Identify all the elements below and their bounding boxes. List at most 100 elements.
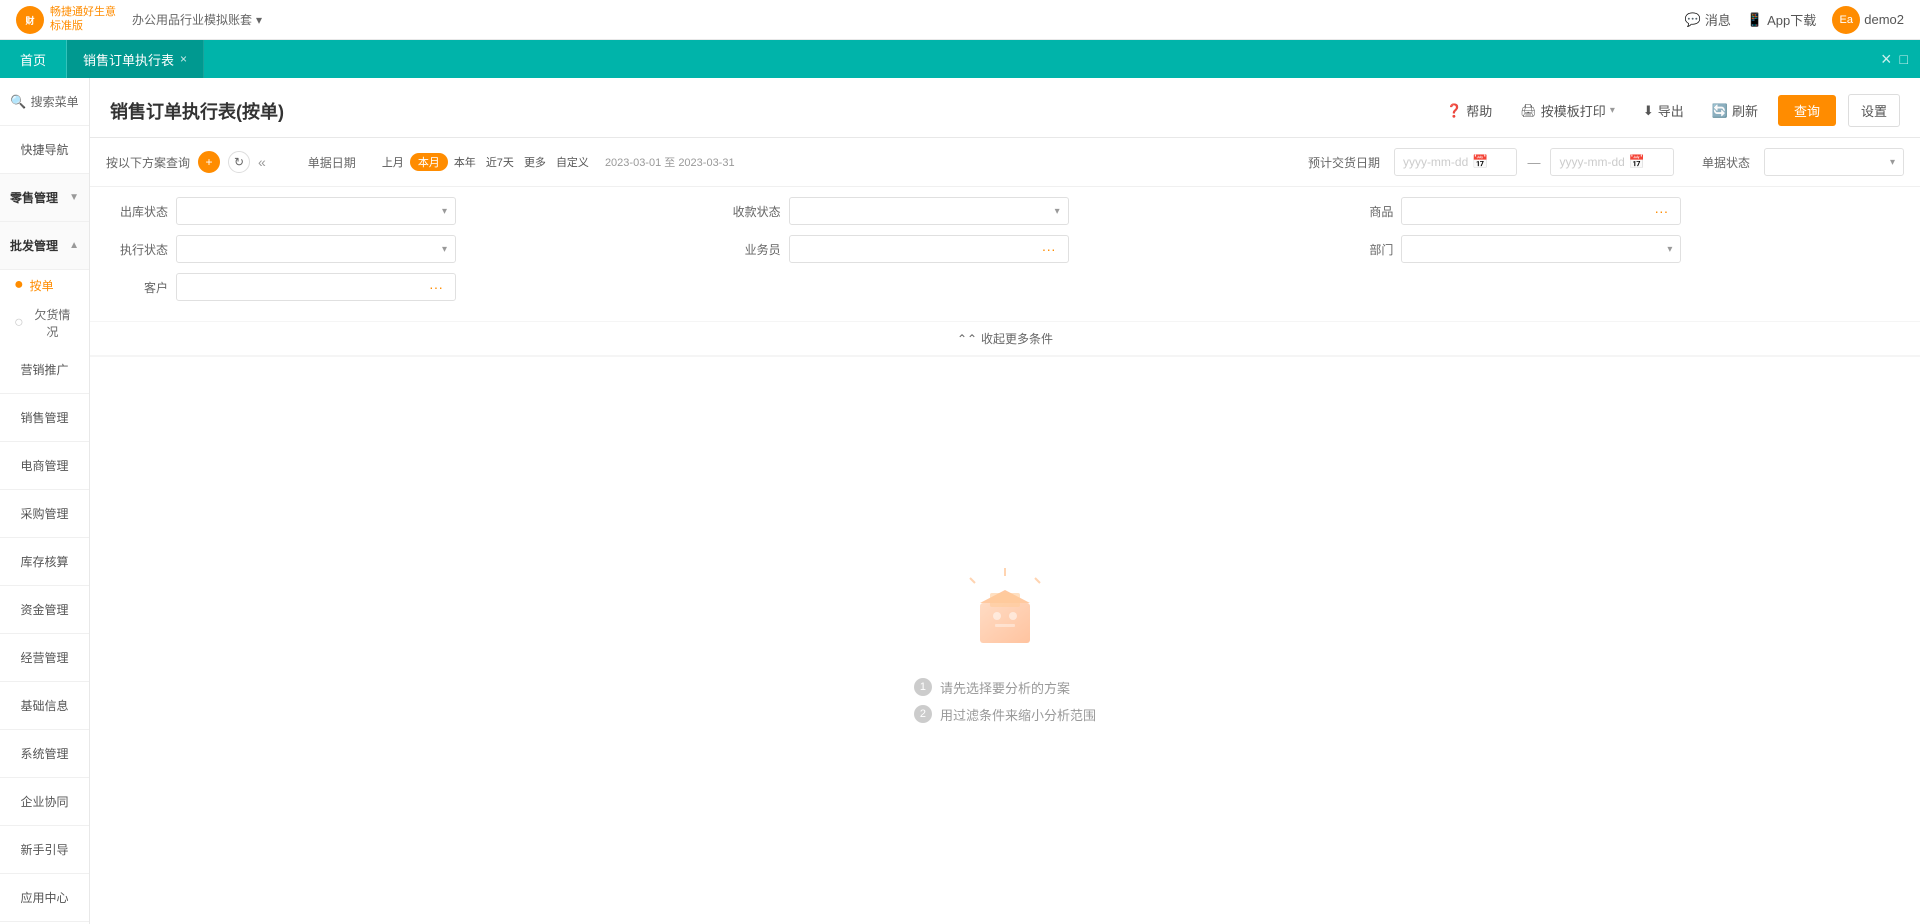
empty-tips: 1 请先选择要分析的方案 2 用过滤条件来缩小分析范围 (914, 678, 1096, 724)
search-icon: 🔍 (10, 94, 26, 110)
circle-icon: ○ (14, 314, 24, 332)
calendar-icon-2: 📅 (1629, 154, 1645, 170)
sidebar-item-marketing[interactable]: 营销推广 (0, 346, 89, 394)
date-range-text: 2023-03-01 至 2023-03-31 (605, 154, 735, 170)
sidebar-search[interactable]: 🔍 搜索菜单 (0, 78, 89, 126)
sidebar-sub-item-欠货情况[interactable]: ○ 欠货情况 (0, 300, 89, 346)
app-download-btn[interactable]: 📱 App下载 (1747, 10, 1816, 29)
product-input[interactable]: ··· (1401, 197, 1681, 225)
date-this-month[interactable]: 本月 (410, 153, 448, 171)
filter-panel: 按以下方案查询 + ↻ « 单据日期 上月 本月 本年 近7天 更多 自定义 2… (90, 138, 1920, 355)
receipt-status-group: 收款状态 ▾ (719, 197, 1292, 225)
sidebar-item-inventory[interactable]: 库存核算 (0, 538, 89, 586)
expected-date-from[interactable]: yyyy-mm-dd 📅 (1394, 148, 1518, 176)
export-btn[interactable]: ⬇ 导出 (1635, 97, 1692, 124)
settings-btn[interactable]: 设置 (1848, 94, 1900, 127)
query-btn[interactable]: 查询 (1778, 95, 1836, 126)
scheme-label: 按以下方案查询 (106, 154, 190, 171)
svg-text:财: 财 (24, 15, 34, 26)
refresh-scheme-btn[interactable]: ↻ (228, 151, 250, 173)
header-right: 💬 消息 📱 App下载 Ea demo2 (1685, 6, 1904, 34)
window-close-btn[interactable]: × (1881, 49, 1892, 70)
calendar-icon-1: 📅 (1472, 154, 1488, 170)
execution-status-arrow: ▾ (442, 244, 447, 255)
order-status-label: 单据状态 (1698, 154, 1758, 171)
date-more[interactable]: 更多 (520, 152, 550, 172)
logo-icon: 财 (16, 6, 44, 34)
message-icon: 💬 (1685, 12, 1701, 28)
refresh-btn[interactable]: 🔄 刷新 (1704, 97, 1766, 124)
sidebar-item-basic-info[interactable]: 基础信息 (0, 682, 89, 730)
chevron-up-icon: ▲ (69, 240, 79, 251)
sidebar-quick-nav[interactable]: 快捷导航 (0, 126, 89, 174)
tab-bar: 首页 销售订单执行表 × × □ (0, 40, 1920, 78)
filter-row-1: 出库状态 ▾ 收款状态 ▾ (106, 197, 1904, 225)
sidebar-item-enterprise[interactable]: 企业协同 (0, 778, 89, 826)
sidebar-item-guide[interactable]: 新手引导 (0, 826, 89, 874)
salesperson-more-icon[interactable]: ··· (1038, 241, 1060, 257)
collapse-sidebar-btn[interactable]: « (258, 154, 266, 170)
department-group: 部门 ▾ (1331, 235, 1904, 263)
tab-bar-actions: × □ (1881, 49, 1920, 70)
warehouse-status-select[interactable]: ▾ (176, 197, 456, 225)
execution-status-select[interactable]: ▾ (176, 235, 456, 263)
sidebar-item-app-center[interactable]: 应用中心 (0, 874, 89, 922)
date-custom[interactable]: 自定义 (552, 152, 593, 172)
sidebar-item-sales[interactable]: 销售管理 (0, 394, 89, 442)
date-7days[interactable]: 近7天 (482, 152, 518, 172)
window-maximize-btn[interactable]: □ (1900, 51, 1908, 67)
export-icon: ⬇ (1643, 103, 1654, 119)
sidebar-item-ecommerce[interactable]: 电商管理 (0, 442, 89, 490)
date-dash: — (1523, 155, 1544, 170)
sidebar-item-system[interactable]: 系统管理 (0, 730, 89, 778)
collapse-more-btn[interactable]: ⌃⌃ 收起更多条件 (90, 321, 1920, 355)
customer-more-icon[interactable]: ··· (425, 279, 447, 295)
order-status-arrow: ▾ (1890, 157, 1895, 168)
department-select[interactable]: ▾ (1401, 235, 1681, 263)
salesperson-group: 业务员 ··· (719, 235, 1292, 263)
receipt-status-select[interactable]: ▾ (789, 197, 1069, 225)
filter-row-2: 执行状态 ▾ 业务员 ··· (106, 235, 1904, 263)
tab-home[interactable]: 首页 (0, 40, 67, 78)
tip-num-2: 2 (914, 705, 932, 723)
logo-area: 财 畅捷通好生意 标准版 (16, 6, 116, 34)
date-this-year[interactable]: 本年 (450, 152, 480, 172)
date-last-month[interactable]: 上月 (378, 152, 408, 172)
tab-active[interactable]: 销售订单执行表 × (67, 40, 204, 78)
sidebar-item-retail[interactable]: 零售管理 ▼ (0, 174, 89, 222)
empty-state: 1 请先选择要分析的方案 2 用过滤条件来缩小分析范围 (90, 357, 1920, 924)
order-status-select[interactable]: ▾ (1764, 148, 1904, 176)
print-btn[interactable]: 🖨 按模板打印 ▾ (1512, 97, 1623, 124)
sidebar-item-purchase[interactable]: 采购管理 (0, 490, 89, 538)
add-scheme-btn[interactable]: + (198, 151, 220, 173)
tab-close-icon[interactable]: × (180, 52, 187, 66)
page-actions: ❓ 帮助 🖨 按模板打印 ▾ ⬇ 导出 🔄 刷新 查询 设置 (1438, 94, 1900, 127)
warehouse-status-arrow: ▾ (442, 206, 447, 217)
user-menu[interactable]: Ea demo2 (1832, 6, 1904, 34)
orange-circle-icon: ● (14, 276, 24, 294)
customer-group: 客户 ··· (106, 273, 1904, 301)
sidebar-item-finance[interactable]: 资金管理 (0, 586, 89, 634)
product-more-icon[interactable]: ··· (1650, 203, 1672, 219)
avatar: Ea (1832, 6, 1860, 34)
sidebar-sub-item-按单[interactable]: ● 按单 (0, 270, 89, 300)
app-download-icon: 📱 (1747, 12, 1763, 28)
expected-date-label: 预计交货日期 (1308, 154, 1388, 171)
date-label: 单据日期 (294, 154, 364, 171)
sidebar-item-wholesale[interactable]: 批发管理 ▲ (0, 222, 89, 270)
product-group: 商品 ··· (1331, 197, 1904, 225)
salesperson-input[interactable]: ··· (789, 235, 1069, 263)
help-btn[interactable]: ❓ 帮助 (1438, 97, 1500, 124)
message-btn[interactable]: 💬 消息 (1685, 10, 1731, 29)
chevron-down-icon: ▼ (69, 192, 79, 203)
sidebar-item-management[interactable]: 经营管理 (0, 634, 89, 682)
refresh-icon: 🔄 (1712, 103, 1728, 119)
customer-input[interactable]: ··· (176, 273, 456, 301)
filter-rows: 出库状态 ▾ 收款状态 ▾ (90, 187, 1920, 321)
empty-illustration (955, 558, 1055, 658)
print-dropdown-icon: ▾ (1610, 105, 1615, 116)
nav-dropdown[interactable]: 办公用品行业模拟账套 ▾ (124, 7, 270, 32)
empty-tip-1: 1 请先选择要分析的方案 (914, 678, 1096, 697)
expected-date-to[interactable]: yyyy-mm-dd 📅 (1550, 148, 1674, 176)
date-shortcuts: 上月 本月 本年 近7天 更多 自定义 (378, 152, 593, 172)
